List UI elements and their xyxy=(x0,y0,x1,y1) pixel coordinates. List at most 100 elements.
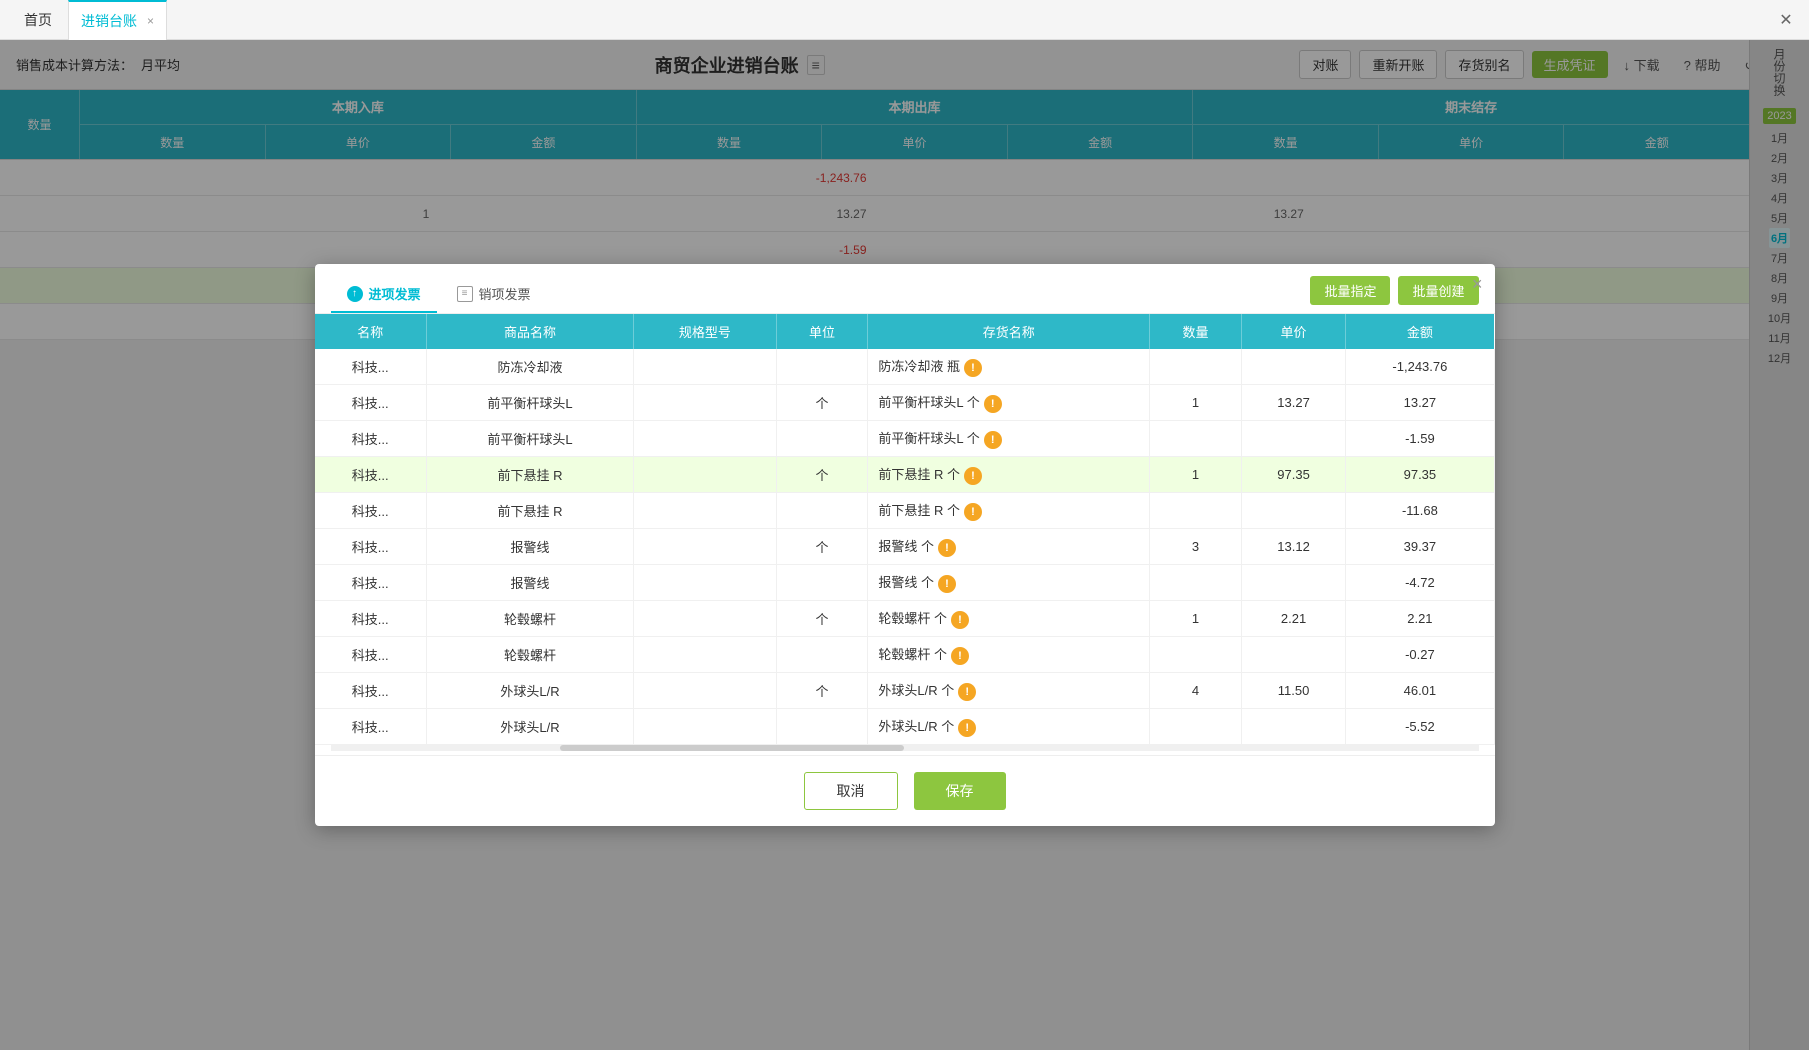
cell-product-name: 前平衡杆球头L xyxy=(426,385,633,421)
tab-incoming-invoice[interactable]: ↑ 进项发票 xyxy=(331,276,437,313)
cell-unit: 个 xyxy=(776,457,868,493)
warn-icon: ! xyxy=(964,467,982,485)
cell-unit xyxy=(776,493,868,529)
cell-amount: -1,243.76 xyxy=(1346,349,1494,385)
cell-amount: 39.37 xyxy=(1346,529,1494,565)
cell-product-name: 报警线 xyxy=(426,565,633,601)
top-bar: 首页 进销台账 × ✕ xyxy=(0,0,1809,40)
cell-name: 科技... xyxy=(315,457,427,493)
modal-table-container: 名称 商品名称 规格型号 单位 存货名称 数量 单价 金额 科技... 防冻冷却… xyxy=(315,314,1495,745)
cell-amount: -4.72 xyxy=(1346,565,1494,601)
scrollbar-thumb[interactable] xyxy=(560,745,904,751)
window-close-button[interactable]: ✕ xyxy=(1771,5,1801,35)
table-row: 科技... 前下悬挂 R 个 前下悬挂 R 个! 1 97.35 97.35 xyxy=(315,457,1495,493)
table-row: 科技... 轮毂螺杆 个 轮毂螺杆 个! 1 2.21 2.21 xyxy=(315,601,1495,637)
cell-spec xyxy=(634,421,776,457)
cell-product-name: 轮毂螺杆 xyxy=(426,601,633,637)
cell-stock-name: 轮毂螺杆 个! xyxy=(868,601,1150,637)
modal-footer: 取消 保存 xyxy=(315,755,1495,826)
cell-unit: 个 xyxy=(776,601,868,637)
cell-qty xyxy=(1150,349,1242,385)
cell-unit-price: 2.21 xyxy=(1241,601,1345,637)
warn-icon: ! xyxy=(958,719,976,737)
table-row: 科技... 报警线 个 报警线 个! 3 13.12 39.37 xyxy=(315,529,1495,565)
cell-unit xyxy=(776,565,868,601)
cell-qty: 3 xyxy=(1150,529,1242,565)
cell-name: 科技... xyxy=(315,493,427,529)
tab-close-icon[interactable]: × xyxy=(147,1,154,41)
cell-stock-name: 前下悬挂 R 个! xyxy=(868,493,1150,529)
cell-unit-price xyxy=(1241,709,1345,745)
modal-header-actions: 批量指定 批量创建 xyxy=(1310,276,1478,313)
cell-unit-price xyxy=(1241,349,1345,385)
cell-unit-price xyxy=(1241,637,1345,673)
th-unit-price: 单价 xyxy=(1241,314,1345,349)
warn-icon: ! xyxy=(938,539,956,557)
cell-qty: 4 xyxy=(1150,673,1242,709)
table-row: 科技... 防冻冷却液 防冻冷却液 瓶! -1,243.76 xyxy=(315,349,1495,385)
table-row: 科技... 前平衡杆球头L 前平衡杆球头L 个! -1.59 xyxy=(315,421,1495,457)
cell-amount: -11.68 xyxy=(1346,493,1494,529)
cell-qty xyxy=(1150,709,1242,745)
cell-name: 科技... xyxy=(315,349,427,385)
cell-product-name: 前平衡杆球头L xyxy=(426,421,633,457)
cell-spec xyxy=(634,637,776,673)
warn-icon: ! xyxy=(951,647,969,665)
tab-outgoing-invoice[interactable]: ≡ 销项发票 xyxy=(441,276,547,313)
batch-assign-button[interactable]: 批量指定 xyxy=(1310,276,1390,305)
cell-unit xyxy=(776,709,868,745)
cell-name: 科技... xyxy=(315,709,427,745)
table-row: 科技... 外球头L/R 外球头L/R 个! -5.52 xyxy=(315,709,1495,745)
cell-product-name: 外球头L/R xyxy=(426,673,633,709)
cell-unit: 个 xyxy=(776,673,868,709)
cell-spec xyxy=(634,457,776,493)
batch-create-button[interactable]: 批量创建 xyxy=(1398,276,1478,305)
cell-unit-price xyxy=(1241,493,1345,529)
cell-stock-name: 前平衡杆球头L 个! xyxy=(868,385,1150,421)
cell-stock-name: 前平衡杆球头L 个! xyxy=(868,421,1150,457)
cell-product-name: 防冻冷却液 xyxy=(426,349,633,385)
th-product-name: 商品名称 xyxy=(426,314,633,349)
cell-qty: 1 xyxy=(1150,457,1242,493)
cell-spec xyxy=(634,385,776,421)
cell-spec xyxy=(634,529,776,565)
table-row: 科技... 报警线 报警线 个! -4.72 xyxy=(315,565,1495,601)
cell-product-name: 外球头L/R xyxy=(426,709,633,745)
th-qty: 数量 xyxy=(1150,314,1242,349)
cell-spec xyxy=(634,349,776,385)
cell-spec xyxy=(634,493,776,529)
cell-qty: 1 xyxy=(1150,601,1242,637)
save-button[interactable]: 保存 xyxy=(914,772,1006,810)
cell-name: 科技... xyxy=(315,421,427,457)
tab-home[interactable]: 首页 xyxy=(8,0,68,40)
table-row: 科技... 前平衡杆球头L 个 前平衡杆球头L 个! 1 13.27 13.27 xyxy=(315,385,1495,421)
cell-stock-name: 防冻冷却液 瓶! xyxy=(868,349,1150,385)
cell-amount: -0.27 xyxy=(1346,637,1494,673)
modal-close-button[interactable]: × xyxy=(1472,274,1483,295)
cell-amount: -5.52 xyxy=(1346,709,1494,745)
cell-name: 科技... xyxy=(315,385,427,421)
cell-unit xyxy=(776,421,868,457)
table-row: 科技... 轮毂螺杆 轮毂螺杆 个! -0.27 xyxy=(315,637,1495,673)
warn-icon: ! xyxy=(958,683,976,701)
cell-name: 科技... xyxy=(315,637,427,673)
table-row: 科技... 前下悬挂 R 前下悬挂 R 个! -11.68 xyxy=(315,493,1495,529)
cell-amount: -1.59 xyxy=(1346,421,1494,457)
horizontal-scrollbar[interactable] xyxy=(331,745,1479,751)
warn-icon: ! xyxy=(938,575,956,593)
cell-name: 科技... xyxy=(315,529,427,565)
cell-unit-price: 13.12 xyxy=(1241,529,1345,565)
modal-overlay: ↑ 进项发票 ≡ 销项发票 批量指定 批量创建 × 名称 xyxy=(0,40,1809,1050)
cell-unit: 个 xyxy=(776,529,868,565)
warn-icon: ! xyxy=(984,431,1002,449)
cell-product-name: 报警线 xyxy=(426,529,633,565)
cell-unit-price: 97.35 xyxy=(1241,457,1345,493)
cancel-button[interactable]: 取消 xyxy=(804,772,898,810)
cell-name: 科技... xyxy=(315,673,427,709)
cell-product-name: 轮毂螺杆 xyxy=(426,637,633,673)
incoming-tab-icon: ↑ xyxy=(347,286,363,302)
cell-amount: 97.35 xyxy=(1346,457,1494,493)
cell-qty: 1 xyxy=(1150,385,1242,421)
cell-amount: 46.01 xyxy=(1346,673,1494,709)
tab-active[interactable]: 进销台账 × xyxy=(68,0,167,40)
